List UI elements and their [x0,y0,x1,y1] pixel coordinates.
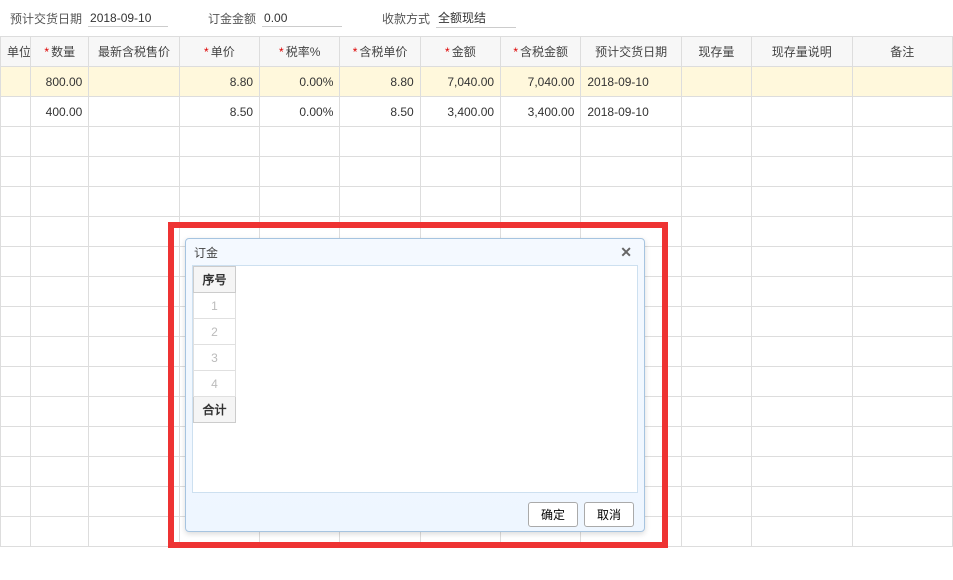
dialog-footer: 确定 取消 [186,497,644,531]
list-item[interactable]: 4 [194,371,236,397]
col-stock: 现存量 [681,37,751,67]
expected-date-value[interactable]: 2018-09-10 [88,10,168,27]
ok-button[interactable]: 确定 [528,502,578,527]
col-tax-price: *含税单价 [340,37,420,67]
dialog-titlebar[interactable]: 订金 ✕ [186,239,644,265]
table-row[interactable] [1,187,953,217]
list-item[interactable]: 1 [194,293,236,319]
dialog-title-text: 订金 [194,244,218,261]
col-qty: *数量 [31,37,89,67]
col-stock-desc: 现存量说明 [752,37,852,67]
pay-method-value[interactable]: 全额现结 [436,8,516,28]
pay-method-field: 收款方式 全额现结 [382,8,516,28]
col-amount: *金额 [420,37,500,67]
seq-header: 序号 [194,267,236,293]
col-tax-amount: *含税金额 [501,37,581,67]
col-tax-rate: *税率% [260,37,340,67]
grid-header: 单位 *数量 最新含税售价 *单价 *税率% *含税单价 *金额 *含税金额 预… [1,37,953,67]
col-unit: 单位 [1,37,31,67]
col-note: 备注 [852,37,953,67]
expected-date-field: 预计交货日期 2018-09-10 [10,10,168,27]
table-row[interactable] [1,127,953,157]
list-item[interactable]: 3 [194,345,236,371]
table-row[interactable] [1,157,953,187]
pay-method-label: 收款方式 [382,10,430,27]
cancel-button[interactable]: 取消 [584,502,634,527]
list-item[interactable]: 2 [194,319,236,345]
dialog-body: 序号 1234 合计 [192,265,638,493]
col-latest-tax-price: 最新含税售价 [89,37,179,67]
expected-date-label: 预计交货日期 [10,10,82,27]
total-label: 合计 [194,397,236,423]
table-row[interactable]: 800.008.800.00%8.807,040.007,040.002018-… [1,67,953,97]
deposit-amount-value[interactable]: 0.00 [262,10,342,27]
deposit-grid[interactable]: 序号 1234 合计 [193,266,236,423]
col-price: *单价 [179,37,259,67]
deposit-amount-field: 订金金额 0.00 [208,10,342,27]
col-delivery-date: 预计交货日期 [581,37,681,67]
deposit-amount-label: 订金金额 [208,10,256,27]
deposit-dialog: 订金 ✕ 序号 1234 合计 确定 取消 [185,238,645,532]
close-icon[interactable]: ✕ [616,244,636,261]
top-form: 预计交货日期 2018-09-10 订金金额 0.00 收款方式 全额现结 [0,0,953,36]
table-row[interactable]: 400.008.500.00%8.503,400.003,400.002018-… [1,97,953,127]
